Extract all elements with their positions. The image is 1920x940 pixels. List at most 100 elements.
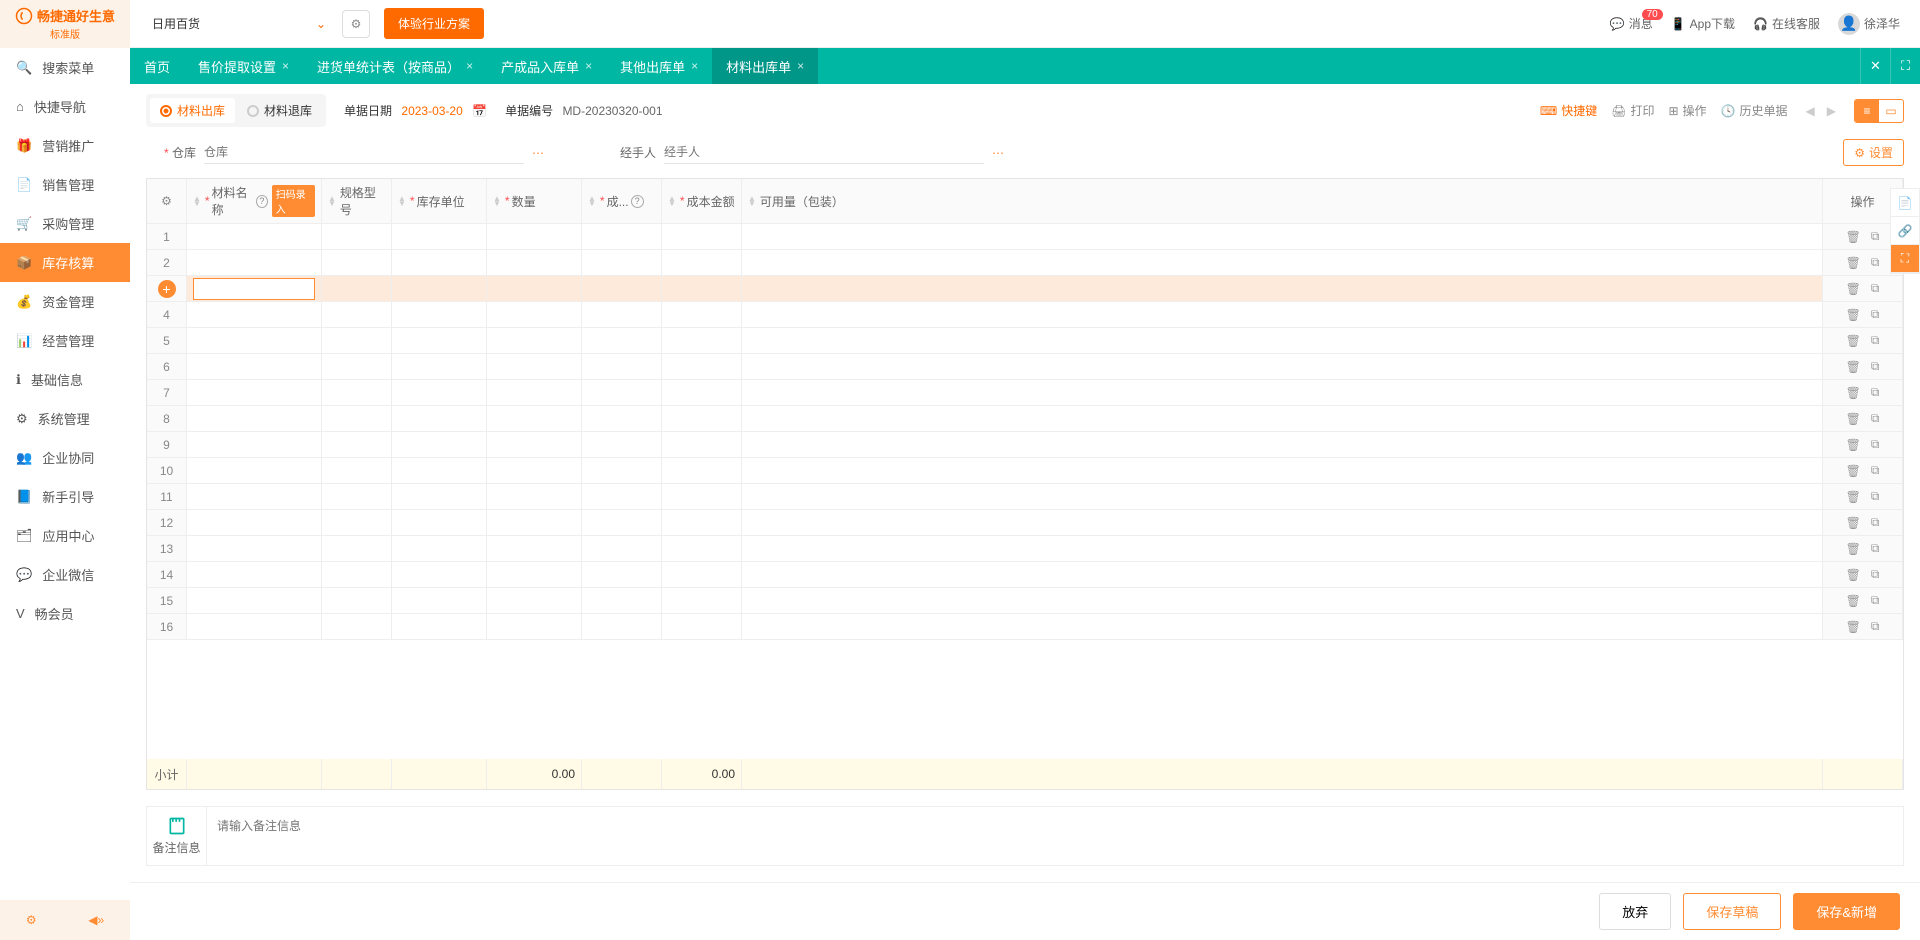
sidebar-item-7[interactable]: 📊经营管理 <box>0 321 130 360</box>
cell-costamt[interactable] <box>662 224 742 249</box>
category-settings-button[interactable]: ⚙ <box>342 10 370 38</box>
delete-row-icon[interactable]: 🗑 <box>1846 620 1861 634</box>
cell-avail[interactable] <box>742 484 1823 509</box>
calendar-icon[interactable]: 📅 <box>472 104 487 118</box>
cell-costamt[interactable] <box>662 614 742 639</box>
sidebar-item-5[interactable]: 📦库存核算 <box>0 243 130 282</box>
col-qty[interactable]: ▲▼*数量 <box>487 179 582 223</box>
sidebar-item-1[interactable]: ⌂快捷导航 <box>0 87 130 126</box>
cell-costamt[interactable] <box>662 276 742 301</box>
discard-button[interactable]: 放弃 <box>1599 893 1671 930</box>
sidebar-item-9[interactable]: ⚙系统管理 <box>0 399 130 438</box>
cell-spec[interactable] <box>322 458 392 483</box>
trial-button[interactable]: 体验行业方案 <box>384 8 484 39</box>
remark-input[interactable] <box>207 807 1903 865</box>
message-button[interactable]: 💬 消息 70 <box>1610 15 1653 32</box>
sidebar-item-10[interactable]: 👥企业协同 <box>0 438 130 477</box>
tab-2[interactable]: 进货单统计表（按商品）× <box>303 48 487 84</box>
cell-cost[interactable] <box>582 588 662 613</box>
copy-row-icon[interactable]: ⧉ <box>1871 385 1880 400</box>
cell-qty[interactable] <box>487 380 582 405</box>
print-button[interactable]: 🖨打印 <box>1611 102 1654 119</box>
cell-avail[interactable] <box>742 302 1823 327</box>
cell-qty[interactable] <box>487 588 582 613</box>
cell-spec[interactable] <box>322 302 392 327</box>
cell-cost[interactable] <box>582 510 662 535</box>
sidebar-collapse-icon[interactable]: ◀» <box>88 913 104 927</box>
tab-1[interactable]: 售价提取设置× <box>184 48 303 84</box>
handler-more-icon[interactable]: ⋯ <box>992 146 1006 160</box>
col-config-button[interactable]: ⚙ <box>147 179 187 223</box>
cell-costamt[interactable] <box>662 432 742 457</box>
delete-row-icon[interactable]: 🗑 <box>1846 386 1861 400</box>
cell-spec[interactable] <box>322 354 392 379</box>
cell-spec[interactable] <box>322 562 392 587</box>
shortcut-button[interactable]: ⌨快捷键 <box>1540 102 1597 119</box>
cell-avail[interactable] <box>742 354 1823 379</box>
delete-row-icon[interactable]: 🗑 <box>1846 594 1861 608</box>
cell-cost[interactable] <box>582 328 662 353</box>
cell-unit[interactable] <box>392 380 487 405</box>
cell-name[interactable] <box>187 588 322 613</box>
scan-badge[interactable]: 扫码录入 <box>272 185 315 217</box>
cell-name[interactable] <box>187 224 322 249</box>
cell-qty[interactable] <box>487 354 582 379</box>
sidebar-item-14[interactable]: V畅会员 <box>0 594 130 633</box>
copy-row-icon[interactable]: ⧉ <box>1871 281 1880 296</box>
col-cost[interactable]: ▲▼*成...? <box>582 179 662 223</box>
copy-row-icon[interactable]: ⧉ <box>1871 489 1880 504</box>
copy-row-icon[interactable]: ⧉ <box>1871 619 1880 634</box>
cell-name[interactable] <box>187 250 322 275</box>
cell-qty[interactable] <box>487 562 582 587</box>
cell-cost[interactable] <box>582 224 662 249</box>
cell-name[interactable] <box>187 380 322 405</box>
cell-unit[interactable] <box>392 588 487 613</box>
cell-name[interactable] <box>187 302 322 327</box>
cell-qty[interactable] <box>487 536 582 561</box>
cell-spec[interactable] <box>322 224 392 249</box>
cell-avail[interactable] <box>742 380 1823 405</box>
cell-costamt[interactable] <box>662 536 742 561</box>
cell-cost[interactable] <box>582 406 662 431</box>
cell-unit[interactable] <box>392 406 487 431</box>
cell-name[interactable] <box>187 484 322 509</box>
sidebar-item-4[interactable]: 🛒采购管理 <box>0 204 130 243</box>
cell-cost[interactable] <box>582 614 662 639</box>
cell-cost[interactable] <box>582 250 662 275</box>
sidebar-item-3[interactable]: 📄销售管理 <box>0 165 130 204</box>
delete-row-icon[interactable]: 🗑 <box>1846 516 1861 530</box>
tab-close-icon[interactable]: × <box>691 59 698 73</box>
cell-costamt[interactable] <box>662 250 742 275</box>
tab-5[interactable]: 材料出库单× <box>712 48 818 84</box>
cell-spec[interactable] <box>322 588 392 613</box>
dock-attach-button[interactable]: 🔗 <box>1891 217 1919 245</box>
sidebar-item-11[interactable]: 📘新手引导 <box>0 477 130 516</box>
col-avail[interactable]: ▲▼可用量（包装） <box>742 179 1823 223</box>
cell-costamt[interactable] <box>662 328 742 353</box>
cell-unit[interactable] <box>392 302 487 327</box>
cell-cost[interactable] <box>582 458 662 483</box>
cell-costamt[interactable] <box>662 458 742 483</box>
support-button[interactable]: 🎧 在线客服 <box>1753 15 1820 32</box>
radio-material-return[interactable]: 材料退库 <box>237 98 322 123</box>
cell-costamt[interactable] <box>662 380 742 405</box>
app-download-button[interactable]: 📱 App下载 <box>1671 15 1735 32</box>
tab-close-icon[interactable]: × <box>282 59 289 73</box>
cell-costamt[interactable] <box>662 406 742 431</box>
cell-spec[interactable] <box>322 328 392 353</box>
delete-row-icon[interactable]: 🗑 <box>1846 230 1861 244</box>
col-spec[interactable]: ▲▼规格型号 <box>322 179 392 223</box>
cell-cost[interactable] <box>582 354 662 379</box>
copy-row-icon[interactable]: ⧉ <box>1871 567 1880 582</box>
cell-unit[interactable] <box>392 328 487 353</box>
tab-close-icon[interactable]: × <box>585 59 592 73</box>
cell-cost[interactable] <box>582 484 662 509</box>
sidebar-item-13[interactable]: 💬企业微信 <box>0 555 130 594</box>
cell-avail[interactable] <box>742 432 1823 457</box>
copy-row-icon[interactable]: ⧉ <box>1871 229 1880 244</box>
cell-unit[interactable] <box>392 432 487 457</box>
cell-unit[interactable] <box>392 536 487 561</box>
cell-spec[interactable] <box>322 432 392 457</box>
cell-avail[interactable] <box>742 562 1823 587</box>
copy-row-icon[interactable]: ⧉ <box>1871 541 1880 556</box>
